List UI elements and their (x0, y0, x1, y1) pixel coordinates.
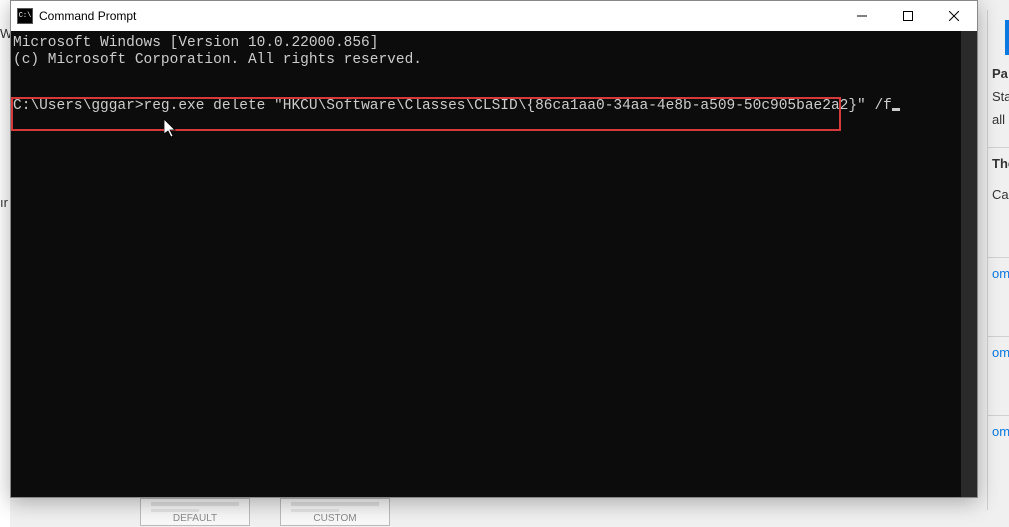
terminal-area[interactable]: Microsoft Windows [Version 10.0.22000.85… (11, 31, 977, 497)
window-title: Command Prompt (39, 9, 839, 23)
template-card-default[interactable]: DEFAULT (140, 498, 250, 526)
vertical-scrollbar[interactable] (961, 31, 977, 497)
template-card-custom[interactable]: CUSTOM (280, 498, 390, 526)
terminal-output-line: (c) Microsoft Corporation. All rights re… (13, 52, 975, 69)
bg-right-label: Cap (988, 179, 1009, 257)
bg-right-label: The (988, 147, 1009, 179)
maximize-button[interactable] (885, 1, 931, 31)
bg-right-label: om N (988, 415, 1009, 447)
cmd-icon: C:\ (17, 8, 33, 24)
close-button[interactable] (931, 1, 977, 31)
titlebar[interactable]: C:\ Command Prompt (11, 1, 977, 31)
background-bottom-templates: DEFAULT CUSTOM (140, 498, 390, 526)
accent-bar (1005, 20, 1009, 55)
terminal-command-input[interactable]: reg.exe delete "HKCU\Software\Classes\CL… (144, 98, 892, 114)
minimize-button[interactable] (839, 1, 885, 31)
background-right-panel: Pa Sta all The Cap om T om E om N (987, 10, 1009, 510)
terminal-prompt: C:\Users\gggar> (13, 98, 144, 114)
background-left-edge: W ır (0, 0, 10, 527)
bg-left-char: ır (0, 195, 8, 210)
command-prompt-window: C:\ Command Prompt Microsoft Windows [Ve… (10, 0, 978, 498)
bg-right-label: Sta (988, 89, 1009, 112)
text-cursor (892, 108, 900, 111)
bg-right-label: om E (988, 336, 1009, 415)
terminal-output-line: Microsoft Windows [Version 10.0.22000.85… (13, 35, 975, 52)
mouse-cursor-icon (164, 119, 178, 139)
bg-right-label: all (988, 112, 1009, 147)
bg-right-label: om T (988, 257, 1009, 336)
